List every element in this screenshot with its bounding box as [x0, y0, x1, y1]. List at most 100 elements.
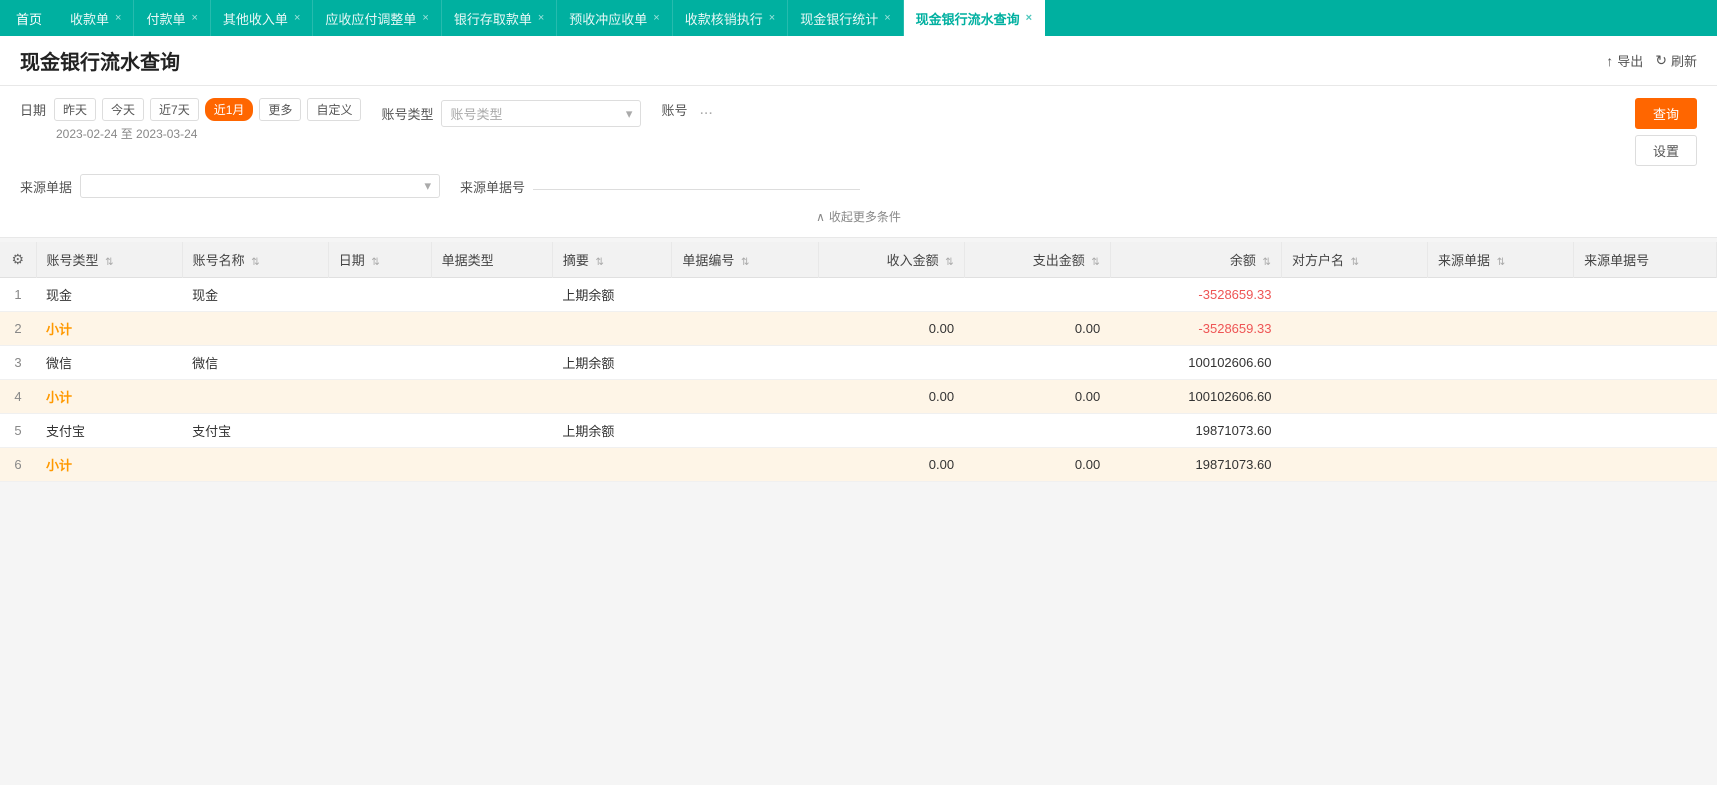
cell-balance: 100102606.60 [1110, 380, 1281, 414]
header-actions: ↑ 导出 ↻ 刷新 [1606, 51, 1697, 70]
source-doc-num-label: 来源单据号 [460, 177, 525, 196]
close-icon[interactable]: × [191, 12, 197, 24]
query-button[interactable]: 查询 [1635, 98, 1697, 129]
cell-account-type: 小计 [36, 312, 182, 346]
close-icon[interactable]: × [653, 12, 659, 24]
col-account-type[interactable]: 账号类型 ⇅ [36, 242, 182, 278]
sort-icon: ⇅ [741, 257, 749, 268]
account-more-btn[interactable]: ... [695, 101, 716, 119]
cell-summary [552, 380, 672, 414]
col-income[interactable]: 收入金额 ⇅ [818, 242, 964, 278]
refresh-button[interactable]: ↻ 刷新 [1655, 51, 1697, 70]
cell-source-doc-no [1574, 380, 1717, 414]
close-icon[interactable]: × [538, 12, 544, 24]
col-balance[interactable]: 余额 ⇅ [1110, 242, 1281, 278]
account-label: 账号 [661, 100, 687, 119]
cell-date [328, 380, 431, 414]
sort-icon: ⇅ [251, 257, 259, 268]
close-icon[interactable]: × [115, 12, 121, 24]
col-label: 对方户名 [1292, 253, 1344, 268]
nav-tab-label: 收款单 [70, 9, 109, 28]
col-counterpart[interactable]: 对方户名 ⇅ [1281, 242, 1427, 278]
collapse-bar[interactable]: ∧ 收起更多条件 [20, 204, 1697, 225]
row-number: 2 [0, 312, 36, 346]
nav-tab-shoukuanhx[interactable]: 收款核销执行 × [673, 0, 788, 36]
date-btn-more[interactable]: 更多 [259, 98, 301, 121]
date-label: 日期 [20, 100, 46, 119]
col-label: 来源单据号 [1584, 253, 1649, 268]
nav-tab-xianjinlsq[interactable]: 现金银行流水查询 × [904, 0, 1045, 36]
nav-tab-yinhangcq[interactable]: 银行存取款单 × [442, 0, 557, 36]
table-area: ⚙ 账号类型 ⇅ 账号名称 ⇅ 日期 ⇅ 单据类型 摘要 [0, 242, 1717, 482]
col-expense[interactable]: 支出金额 ⇅ [964, 242, 1110, 278]
nav-tab-label: 其他收入单 [223, 9, 288, 28]
date-btn-7days[interactable]: 近7天 [150, 98, 199, 121]
account-type-select[interactable]: 账号类型 ▾ [441, 100, 641, 127]
cell-expense [964, 346, 1110, 380]
nav-tab-xianjintj[interactable]: 现金银行统计 × [788, 0, 903, 36]
cell-counterpart [1281, 278, 1427, 312]
nav-tab-yingshouzjl[interactable]: 应收应付调整单 × [313, 0, 441, 36]
table-header-row: ⚙ 账号类型 ⇅ 账号名称 ⇅ 日期 ⇅ 单据类型 摘要 [0, 242, 1717, 278]
chevron-down-icon: ▾ [626, 106, 633, 122]
col-label: 单据类型 [442, 253, 494, 268]
nav-tab-label: 付款单 [146, 9, 185, 28]
date-btn-custom[interactable]: 自定义 [307, 98, 361, 121]
cell-counterpart [1281, 380, 1427, 414]
cell-source-doc [1428, 278, 1574, 312]
cell-source-doc-no [1574, 312, 1717, 346]
close-icon[interactable]: × [769, 12, 775, 24]
close-icon[interactable]: × [294, 12, 300, 24]
cell-source-doc [1428, 414, 1574, 448]
cell-account-name [182, 380, 328, 414]
source-doc-num-input[interactable] [533, 183, 860, 190]
cell-expense: 0.00 [964, 448, 1110, 482]
cell-income: 0.00 [818, 380, 964, 414]
col-doc-no[interactable]: 单据编号 ⇅ [672, 242, 818, 278]
cell-balance: -3528659.33 [1110, 278, 1281, 312]
cell-expense: 0.00 [964, 380, 1110, 414]
export-button[interactable]: ↑ 导出 [1606, 51, 1643, 70]
settings-button[interactable]: 设置 [1635, 135, 1697, 166]
close-icon[interactable]: × [422, 12, 428, 24]
cell-doc-no [672, 346, 818, 380]
date-btn-today[interactable]: 今天 [102, 98, 144, 121]
nav-tab-label: 现金银行统计 [800, 9, 878, 28]
gear-icon[interactable]: ⚙ [11, 251, 24, 267]
cell-doc-type [431, 380, 552, 414]
col-label: 账号类型 [47, 253, 99, 268]
nav-tab-label: 收款核销执行 [685, 9, 763, 28]
date-btn-yesterday[interactable]: 昨天 [54, 98, 96, 121]
nav-tab-qitashouru[interactable]: 其他收入单 × [211, 0, 313, 36]
source-doc-label: 来源单据 [20, 177, 72, 196]
settings-col-header[interactable]: ⚙ [0, 242, 36, 278]
nav-tab-yushoudan[interactable]: 预收冲应收单 × [557, 0, 672, 36]
col-date[interactable]: 日期 ⇅ [328, 242, 431, 278]
close-icon[interactable]: × [1026, 12, 1032, 24]
cell-source-doc [1428, 448, 1574, 482]
date-btn-1month[interactable]: 近1月 [205, 98, 254, 121]
source-doc-select[interactable]: ▾ [80, 174, 440, 198]
refresh-icon: ↻ [1655, 52, 1667, 69]
cell-income [818, 414, 964, 448]
row-number: 5 [0, 414, 36, 448]
nav-tab-shoudan[interactable]: 收款单 × [58, 0, 134, 36]
close-icon[interactable]: × [884, 12, 890, 24]
col-summary[interactable]: 摘要 ⇅ [552, 242, 672, 278]
sort-icon: ⇅ [1351, 257, 1359, 268]
cell-doc-no [672, 312, 818, 346]
cell-summary: 上期余额 [552, 414, 672, 448]
col-label: 收入金额 [887, 253, 939, 268]
cell-account-name [182, 448, 328, 482]
nav-home[interactable]: 首页 [0, 0, 58, 36]
cell-account-type: 现金 [36, 278, 182, 312]
col-account-name[interactable]: 账号名称 ⇅ [182, 242, 328, 278]
col-source-doc-no[interactable]: 来源单据号 [1574, 242, 1717, 278]
cell-date [328, 448, 431, 482]
col-source-doc[interactable]: 来源单据 ⇅ [1428, 242, 1574, 278]
nav-tab-label: 现金银行流水查询 [916, 9, 1020, 28]
nav-tab-fukudan[interactable]: 付款单 × [134, 0, 210, 36]
cell-account-name [182, 312, 328, 346]
cell-income: 0.00 [818, 448, 964, 482]
col-doc-type[interactable]: 单据类型 [431, 242, 552, 278]
